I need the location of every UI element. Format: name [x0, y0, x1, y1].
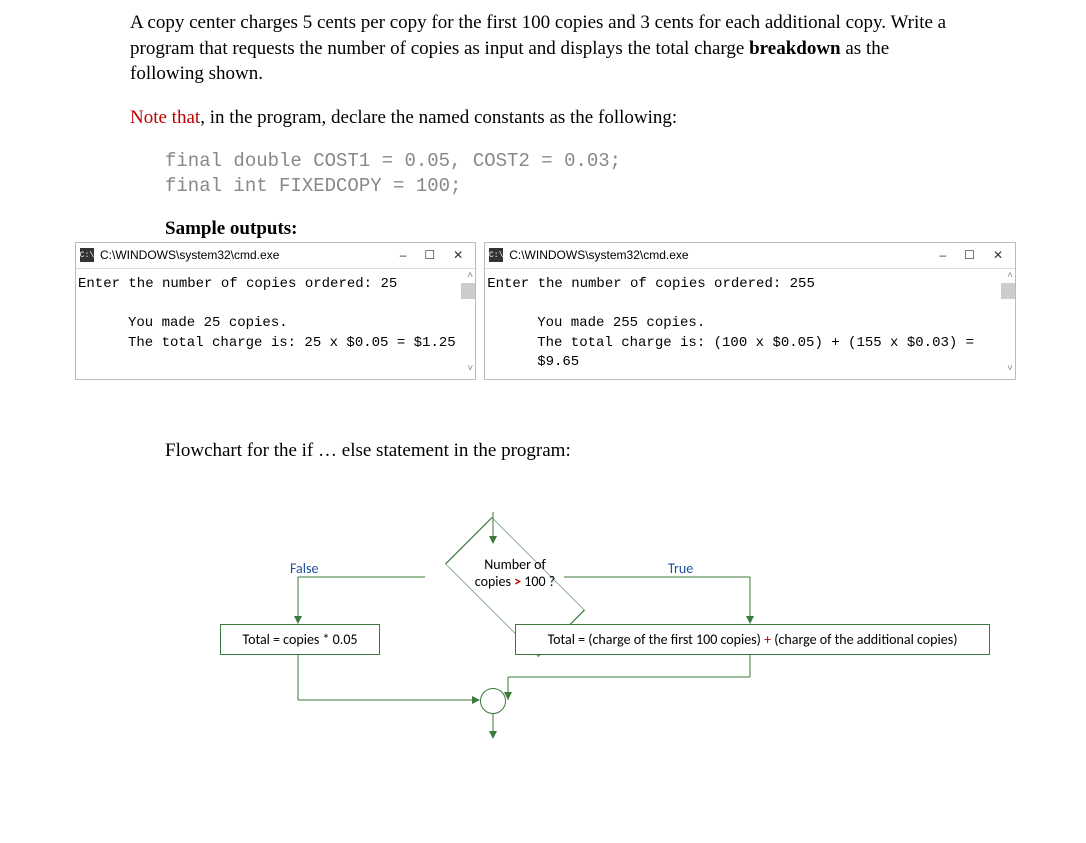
process-box-true: Total = (charge of the first 100 copies)…: [515, 624, 990, 655]
minimize-button[interactable]: –: [939, 248, 946, 262]
problem-statement: A copy center charges 5 cents per copy f…: [130, 10, 956, 87]
cmd-icon: C:\: [489, 248, 503, 262]
terminal-window-1: C:\ C:\WINDOWS\system32\cmd.exe – ☐ ✕ En…: [75, 242, 476, 380]
code-line: final double COST1 = 0.05, COST2 = 0.03;: [165, 149, 956, 175]
note-rest: , in the program, declare the named cons…: [200, 107, 677, 128]
terminal-line: You made 25 copies.: [78, 314, 471, 334]
decision-node: Number of copies > 100 ?: [450, 512, 560, 622]
minimize-button[interactable]: –: [400, 248, 407, 262]
connector-node: [480, 688, 506, 714]
sample-outputs-label: Sample outputs:: [165, 218, 956, 240]
titlebar: C:\ C:\WINDOWS\system32\cmd.exe – ☐ ✕: [485, 243, 1015, 269]
scroll-up-icon[interactable]: ˄: [1007, 271, 1013, 282]
diamond-text: 100 ?: [521, 573, 555, 590]
scroll-thumb[interactable]: [461, 283, 475, 299]
maximize-button[interactable]: ☐: [964, 248, 975, 262]
terminal-body: Enter the number of copies ordered: 25 Y…: [76, 269, 475, 359]
flowchart-heading: Flowchart for the if … else statement in…: [165, 440, 956, 462]
terminal-row: C:\ C:\WINDOWS\system32\cmd.exe – ☐ ✕ En…: [75, 242, 1016, 380]
terminal-window-2: C:\ C:\WINDOWS\system32\cmd.exe – ☐ ✕ En…: [484, 242, 1016, 380]
box-text: (charge of the additional copies): [771, 631, 957, 648]
scroll-thumb[interactable]: [1001, 283, 1015, 299]
terminal-line: The total charge is: 25 x $0.05 = $1.25: [78, 334, 471, 354]
cmd-icon: C:\: [80, 248, 94, 262]
scroll-down-icon[interactable]: ˅: [1007, 364, 1013, 375]
window-title: C:\WINDOWS\system32\cmd.exe: [100, 248, 279, 262]
false-label: False: [290, 560, 318, 577]
process-box-false: Total = copies * 0.05: [220, 624, 380, 655]
titlebar: C:\ C:\WINDOWS\system32\cmd.exe – ☐ ✕: [76, 243, 475, 269]
terminal-line: Enter the number of copies ordered: 25: [78, 275, 471, 295]
scroll-down-icon[interactable]: ˅: [467, 364, 473, 375]
flowchart-diagram: Number of copies > 100 ? False True Tota…: [190, 512, 1010, 742]
window-title: C:\WINDOWS\system32\cmd.exe: [509, 248, 688, 262]
diamond-text: copies: [475, 573, 514, 590]
code-line: final int FIXEDCOPY = 100;: [165, 174, 956, 200]
diamond-text: Number of: [484, 556, 546, 573]
note-red: Note that: [130, 107, 200, 128]
maximize-button[interactable]: ☐: [424, 248, 435, 262]
close-button[interactable]: ✕: [453, 248, 463, 262]
box-text: Total = (charge of the first 100 copies): [548, 631, 765, 648]
code-constants: final double COST1 = 0.05, COST2 = 0.03;…: [165, 149, 956, 200]
true-label: True: [668, 560, 693, 577]
terminal-line: Enter the number of copies ordered: 255: [487, 275, 1011, 295]
note-line: Note that, in the program, declare the n…: [130, 105, 956, 131]
text-bold: breakdown: [749, 38, 841, 59]
close-button[interactable]: ✕: [993, 248, 1003, 262]
terminal-body: Enter the number of copies ordered: 255 …: [485, 269, 1015, 379]
scroll-up-icon[interactable]: ˄: [467, 271, 473, 282]
plus-symbol: +: [764, 631, 771, 648]
terminal-line: The total charge is: (100 x $0.05) + (15…: [487, 334, 1011, 373]
terminal-line: You made 255 copies.: [487, 314, 1011, 334]
